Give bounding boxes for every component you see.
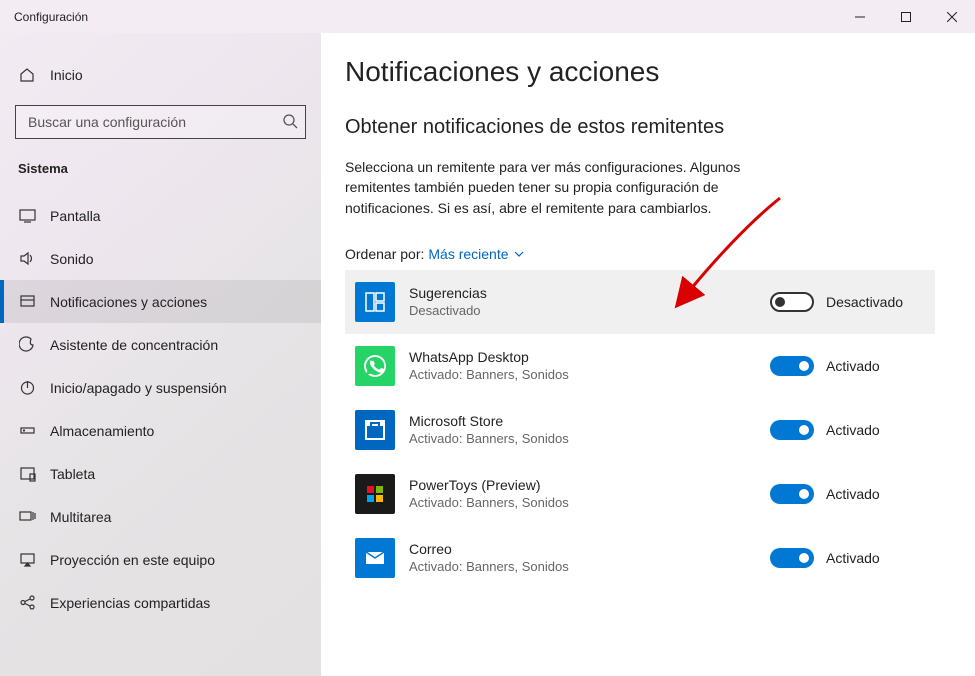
close-button[interactable] xyxy=(929,0,975,33)
sender-app-icon xyxy=(355,538,395,578)
sidebar-item-label: Asistente de concentración xyxy=(50,337,218,353)
sort-row: Ordenar por: Más reciente xyxy=(345,246,935,262)
content: Notificaciones y acciones Obtener notifi… xyxy=(321,33,975,676)
tablet-icon xyxy=(18,465,36,482)
sidebar-item-label: Pantalla xyxy=(50,208,101,224)
section-description: Selecciona un remitente para ver más con… xyxy=(345,157,745,218)
sender-name: Correo xyxy=(409,541,756,557)
toggle-label: Activado xyxy=(826,486,880,502)
sender-row[interactable]: WhatsApp Desktop Activado: Banners, Soni… xyxy=(345,334,935,398)
sidebar-item-tablet[interactable]: Tableta xyxy=(0,452,321,495)
toggle-label: Activado xyxy=(826,358,880,374)
sidebar-item-storage[interactable]: Almacenamiento xyxy=(0,409,321,452)
page-title: Notificaciones y acciones xyxy=(345,56,935,88)
search-icon xyxy=(282,113,298,134)
sidebar-item-multitarea[interactable]: Multitarea xyxy=(0,495,321,538)
sender-app-icon xyxy=(355,346,395,386)
focus-icon xyxy=(18,336,36,353)
senders-list: Sugerencias Desactivado Desactivado What… xyxy=(345,270,935,590)
sender-status: Activado: Banners, Sonidos xyxy=(409,495,756,510)
toggle-label: Activado xyxy=(826,422,880,438)
sound-icon xyxy=(18,250,36,267)
toggle-switch[interactable] xyxy=(770,484,814,504)
home-label: Inicio xyxy=(50,67,83,83)
sender-app-icon xyxy=(355,282,395,322)
sender-name: WhatsApp Desktop xyxy=(409,349,756,365)
sender-info: Correo Activado: Banners, Sonidos xyxy=(409,541,756,574)
sender-status: Activado: Banners, Sonidos xyxy=(409,431,756,446)
sidebar-item-shared[interactable]: Experiencias compartidas xyxy=(0,581,321,624)
home-icon xyxy=(18,67,36,83)
toggle-switch[interactable] xyxy=(770,420,814,440)
toggle-wrap: Activado xyxy=(770,548,925,568)
sort-dropdown[interactable]: Más reciente xyxy=(428,246,524,262)
sender-status: Desactivado xyxy=(409,303,756,318)
maximize-button[interactable] xyxy=(883,0,929,33)
sidebar-item-label: Inicio/apagado y suspensión xyxy=(50,380,227,396)
sender-name: Sugerencias xyxy=(409,285,756,301)
toggle-switch[interactable] xyxy=(770,356,814,376)
titlebar: Configuración xyxy=(0,0,975,33)
sender-info: PowerToys (Preview) Activado: Banners, S… xyxy=(409,477,756,510)
sidebar-item-projection[interactable]: Proyección en este equipo xyxy=(0,538,321,581)
sidebar-item-pantalla[interactable]: Pantalla xyxy=(0,194,321,237)
sender-status: Activado: Banners, Sonidos xyxy=(409,559,756,574)
multitask-icon xyxy=(18,508,36,525)
toggle-switch[interactable] xyxy=(770,548,814,568)
sender-info: WhatsApp Desktop Activado: Banners, Soni… xyxy=(409,349,756,382)
sidebar-item-label: Tableta xyxy=(50,466,95,482)
sender-row[interactable]: Sugerencias Desactivado Desactivado xyxy=(345,270,935,334)
notifications-icon xyxy=(18,293,36,310)
sidebar-item-label: Proyección en este equipo xyxy=(50,552,215,568)
sidebar-item-label: Experiencias compartidas xyxy=(50,595,210,611)
sidebar-item-power[interactable]: Inicio/apagado y suspensión xyxy=(0,366,321,409)
toggle-wrap: Activado xyxy=(770,420,925,440)
sender-info: Microsoft Store Activado: Banners, Sonid… xyxy=(409,413,756,446)
home-link[interactable]: Inicio xyxy=(0,57,321,93)
sender-app-icon xyxy=(355,474,395,514)
toggle-wrap: Activado xyxy=(770,356,925,376)
projection-icon xyxy=(18,551,36,568)
shared-icon xyxy=(18,594,36,611)
toggle-wrap: Desactivado xyxy=(770,292,925,312)
sidebar: Inicio Sistema Pantalla Sonido Notificac… xyxy=(0,33,321,676)
chevron-down-icon xyxy=(513,248,525,260)
sender-row[interactable]: PowerToys (Preview) Activado: Banners, S… xyxy=(345,462,935,526)
sidebar-item-label: Notificaciones y acciones xyxy=(50,294,207,310)
toggle-wrap: Activado xyxy=(770,484,925,504)
sender-status: Activado: Banners, Sonidos xyxy=(409,367,756,382)
sender-info: Sugerencias Desactivado xyxy=(409,285,756,318)
sort-value: Más reciente xyxy=(428,246,508,262)
sidebar-item-sonido[interactable]: Sonido xyxy=(0,237,321,280)
sender-name: PowerToys (Preview) xyxy=(409,477,756,493)
power-icon xyxy=(18,379,36,396)
sender-row[interactable]: Microsoft Store Activado: Banners, Sonid… xyxy=(345,398,935,462)
search-wrap xyxy=(15,105,306,139)
sidebar-item-label: Multitarea xyxy=(50,509,111,525)
search-input[interactable] xyxy=(15,105,306,139)
toggle-switch[interactable] xyxy=(770,292,814,312)
sender-app-icon xyxy=(355,410,395,450)
window-title: Configuración xyxy=(0,10,88,24)
sidebar-item-notificaciones[interactable]: Notificaciones y acciones xyxy=(0,280,321,323)
display-icon xyxy=(18,207,36,224)
toggle-label: Desactivado xyxy=(826,294,903,310)
minimize-button[interactable] xyxy=(837,0,883,33)
sort-prefix: Ordenar por: xyxy=(345,246,424,262)
section-title: Sistema xyxy=(0,157,321,194)
sender-name: Microsoft Store xyxy=(409,413,756,429)
toggle-label: Activado xyxy=(826,550,880,566)
sidebar-item-label: Sonido xyxy=(50,251,94,267)
section-subtitle: Obtener notificaciones de estos remitent… xyxy=(345,116,935,139)
storage-icon xyxy=(18,422,36,439)
sidebar-item-asistente[interactable]: Asistente de concentración xyxy=(0,323,321,366)
sender-row[interactable]: Correo Activado: Banners, Sonidos Activa… xyxy=(345,526,935,590)
sidebar-item-label: Almacenamiento xyxy=(50,423,154,439)
